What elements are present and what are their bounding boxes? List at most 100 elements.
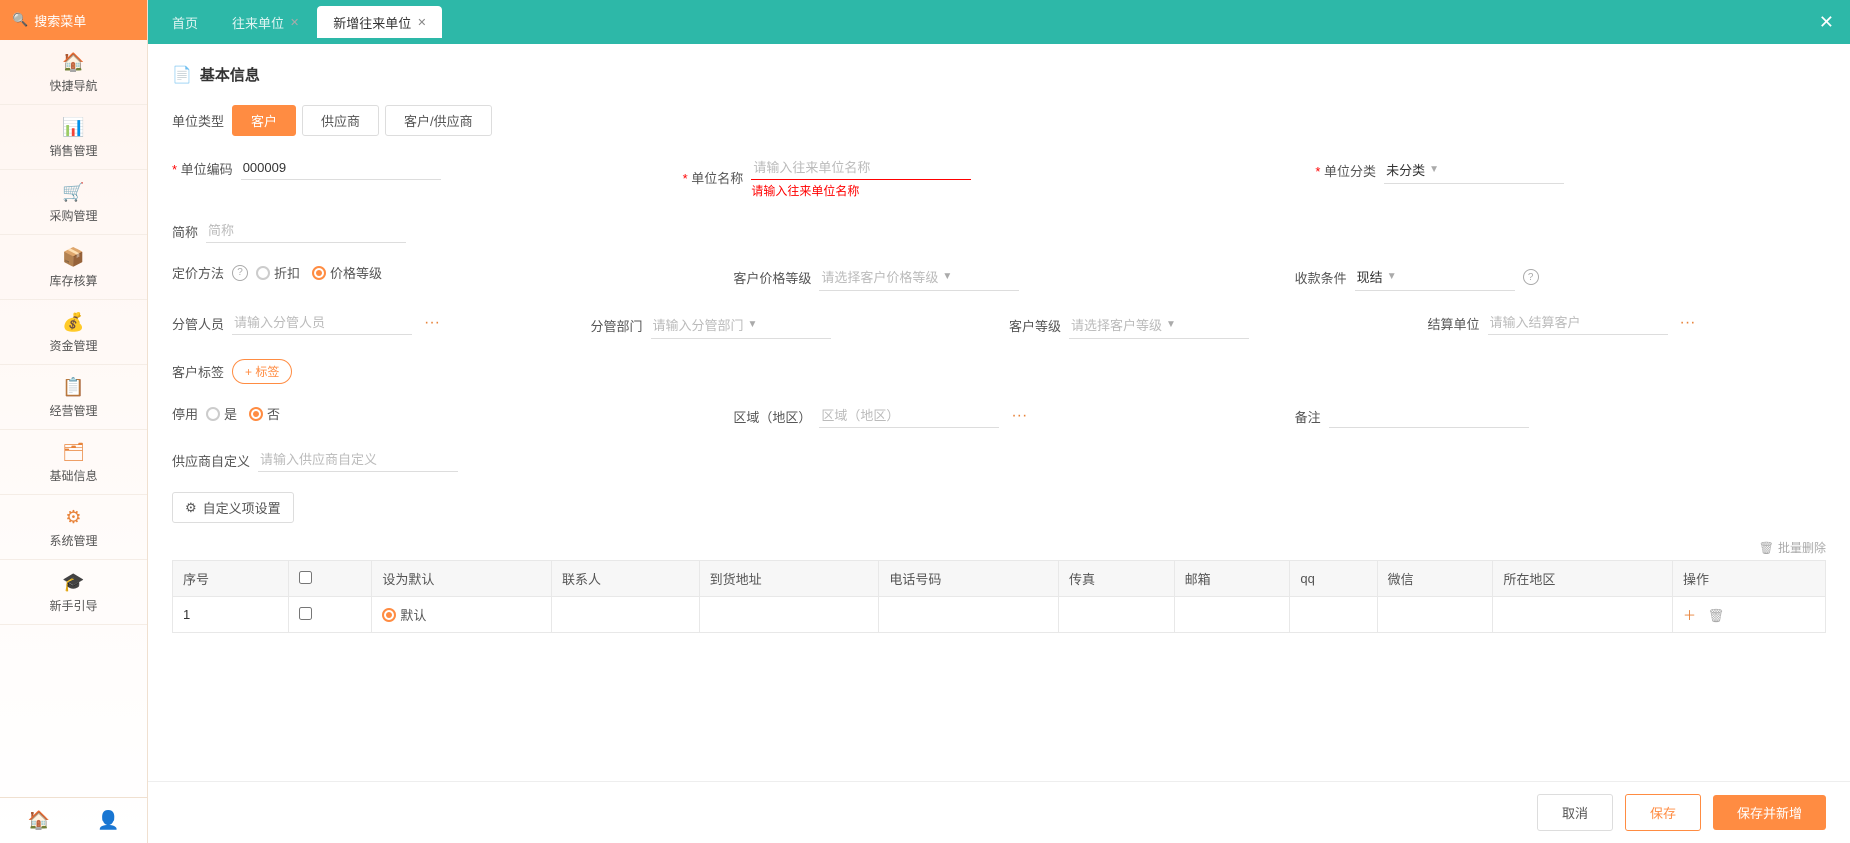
manager-more-btn[interactable]: ··· — [420, 314, 444, 332]
unit-name-label: 单位名称 — [683, 168, 744, 187]
pricing-row: 定价方法 ? 折扣 价格等级 客户价格等级 — [172, 263, 1826, 291]
cell-region — [1493, 597, 1673, 633]
batch-delete-icon: 🗑 — [1759, 541, 1774, 555]
settlement-unit-input[interactable] — [1488, 311, 1668, 335]
radio-default-label: 默认 — [400, 605, 426, 624]
th-9: 微信 — [1377, 561, 1493, 597]
disabled-label: 停用 — [172, 404, 198, 423]
supplier-custom-input[interactable] — [258, 448, 458, 472]
save-button[interactable]: 保存 — [1625, 794, 1701, 831]
th-10: 所在地区 — [1493, 561, 1673, 597]
customer-tag-row: 客户标签 + 标签 — [172, 359, 1826, 384]
save-new-button[interactable]: 保存并新增 — [1713, 795, 1826, 830]
unit-category-label: 单位分类 — [1315, 161, 1376, 180]
cancel-button[interactable]: 取消 — [1537, 794, 1613, 831]
radio-yes[interactable]: 是 — [206, 404, 237, 423]
delete-row-icon[interactable]: 🗑 — [1708, 608, 1725, 623]
radio-no[interactable]: 否 — [249, 404, 280, 423]
department-select[interactable]: 请输入分管部门 ▼ — [651, 311, 831, 339]
unit-code-input[interactable] — [241, 156, 441, 180]
sidebar-item-basic-info[interactable]: 🗂基础信息 — [0, 430, 147, 495]
unit-name-input[interactable] — [751, 156, 971, 180]
th-4: 到货地址 — [699, 561, 879, 597]
manager-row: 分管人员 ··· 分管部门 请输入分管部门 ▼ 客户等级 请选择客户等级 ▼ 结… — [172, 311, 1826, 339]
tab-close-partner[interactable]: ✕ — [290, 16, 299, 29]
disabled-radio-group: 是 否 — [206, 404, 280, 423]
sidebar-label-basic-info: 基础信息 — [49, 467, 97, 484]
cell-checkbox[interactable] — [288, 597, 372, 633]
inventory-icon: 📦 — [62, 247, 84, 268]
add-row-icon[interactable]: ＋ — [1683, 608, 1696, 623]
select-all-checkbox[interactable] — [299, 571, 312, 584]
sidebar-item-quick-nav[interactable]: 🏠 快捷导航 — [0, 40, 147, 105]
chevron-down-icon5: ▼ — [1166, 319, 1176, 330]
chevron-down-icon3: ▼ — [1387, 271, 1397, 282]
tab-partner[interactable]: 往来单位✕ — [216, 6, 315, 38]
remark-input[interactable] — [1329, 404, 1529, 428]
th-6: 传真 — [1058, 561, 1174, 597]
region-field: 区域（地区） ··· — [733, 404, 1264, 428]
radio-default-circle — [382, 608, 396, 622]
customer-price-level-select[interactable]: 请选择客户价格等级 ▼ — [819, 263, 1019, 291]
user-icon[interactable]: 👤 — [93, 806, 123, 835]
section-icon: 📄 — [172, 65, 192, 85]
settings-icon: ⚙ — [185, 500, 197, 516]
sidebar-item-inventory[interactable]: 📦库存核算 — [0, 235, 147, 300]
chevron-down-icon4: ▼ — [748, 319, 758, 330]
payment-terms-select[interactable]: 现结 ▼ — [1355, 263, 1515, 291]
chevron-down-icon: ▼ — [1429, 164, 1439, 175]
sidebar-label-quick-nav: 快捷导航 — [49, 77, 97, 94]
cell-qq — [1290, 597, 1377, 633]
tab-close-new-partner[interactable]: ✕ — [417, 16, 426, 29]
customer-level-select[interactable]: 请选择客户等级 ▼ — [1069, 311, 1249, 339]
sidebar-item-purchase[interactable]: 🛒采购管理 — [0, 170, 147, 235]
sidebar-item-newbie[interactable]: 🎓新手引导 — [0, 560, 147, 625]
region-input[interactable] — [819, 404, 999, 428]
short-name-label: 简称 — [172, 222, 198, 241]
close-all-tabs[interactable]: ✕ — [1811, 8, 1842, 37]
sidebar-bottom: 🏠 👤 — [0, 797, 147, 843]
custom-settings-button[interactable]: ⚙ 自定义项设置 — [172, 492, 294, 523]
region-more-btn[interactable]: ··· — [1007, 407, 1031, 425]
tab-new-partner[interactable]: 新增往来单位✕ — [317, 6, 442, 38]
unit-type-btn-customer[interactable]: 客户 — [232, 105, 296, 136]
customer-level-label: 客户等级 — [1009, 316, 1061, 335]
pricing-help-icon[interactable]: ? — [232, 265, 248, 281]
tab-home[interactable]: 首页 — [156, 6, 214, 38]
search-menu[interactable]: 🔍 搜索菜单 — [0, 0, 147, 40]
cell-operations: ＋ 🗑 — [1672, 597, 1825, 633]
manager-input[interactable] — [232, 311, 412, 335]
radio-price-level-circle — [312, 266, 326, 280]
payment-help-icon[interactable]: ? — [1523, 269, 1539, 285]
home-icon[interactable]: 🏠 — [24, 806, 54, 835]
radio-price-level[interactable]: 价格等级 — [312, 263, 382, 282]
unit-type-btn-supplier[interactable]: 供应商 — [302, 105, 379, 136]
th-0: 序号 — [173, 561, 289, 597]
radio-discount[interactable]: 折扣 — [256, 263, 300, 282]
department-placeholder: 请输入分管部门 — [653, 315, 744, 334]
th-5: 电话号码 — [879, 561, 1059, 597]
radio-default[interactable]: 默认 — [382, 605, 541, 624]
newbie-icon: 🎓 — [62, 572, 84, 593]
add-tag-button[interactable]: + 标签 — [232, 359, 292, 384]
search-icon: 🔍 — [12, 12, 28, 28]
sidebar-item-sales[interactable]: 📊销售管理 — [0, 105, 147, 170]
sidebar-label-operations: 经营管理 — [49, 402, 97, 419]
customer-price-level-label: 客户价格等级 — [733, 268, 811, 287]
quick-nav-icon: 🏠 — [62, 52, 84, 73]
sidebar-item-operations[interactable]: 📋经营管理 — [0, 365, 147, 430]
payment-terms-value: 现结 — [1357, 267, 1383, 286]
unit-type-btn-both[interactable]: 客户/供应商 — [385, 105, 492, 136]
short-name-input[interactable] — [206, 219, 406, 243]
pricing-radio-group: 折扣 价格等级 — [256, 263, 382, 282]
batch-delete-button[interactable]: 🗑 批量删除 — [1759, 539, 1826, 556]
sidebar-item-system[interactable]: ⚙系统管理 — [0, 495, 147, 560]
unit-category-value: 未分类 — [1386, 160, 1425, 179]
cell-default: 默认 — [372, 597, 552, 633]
cell-address — [699, 597, 879, 633]
settlement-more-btn[interactable]: ··· — [1676, 314, 1700, 332]
unit-category-select[interactable]: 未分类 ▼ — [1384, 156, 1564, 184]
purchase-icon: 🛒 — [62, 182, 84, 203]
sidebar-item-finance[interactable]: 💰资金管理 — [0, 300, 147, 365]
region-label: 区域（地区） — [733, 407, 811, 426]
